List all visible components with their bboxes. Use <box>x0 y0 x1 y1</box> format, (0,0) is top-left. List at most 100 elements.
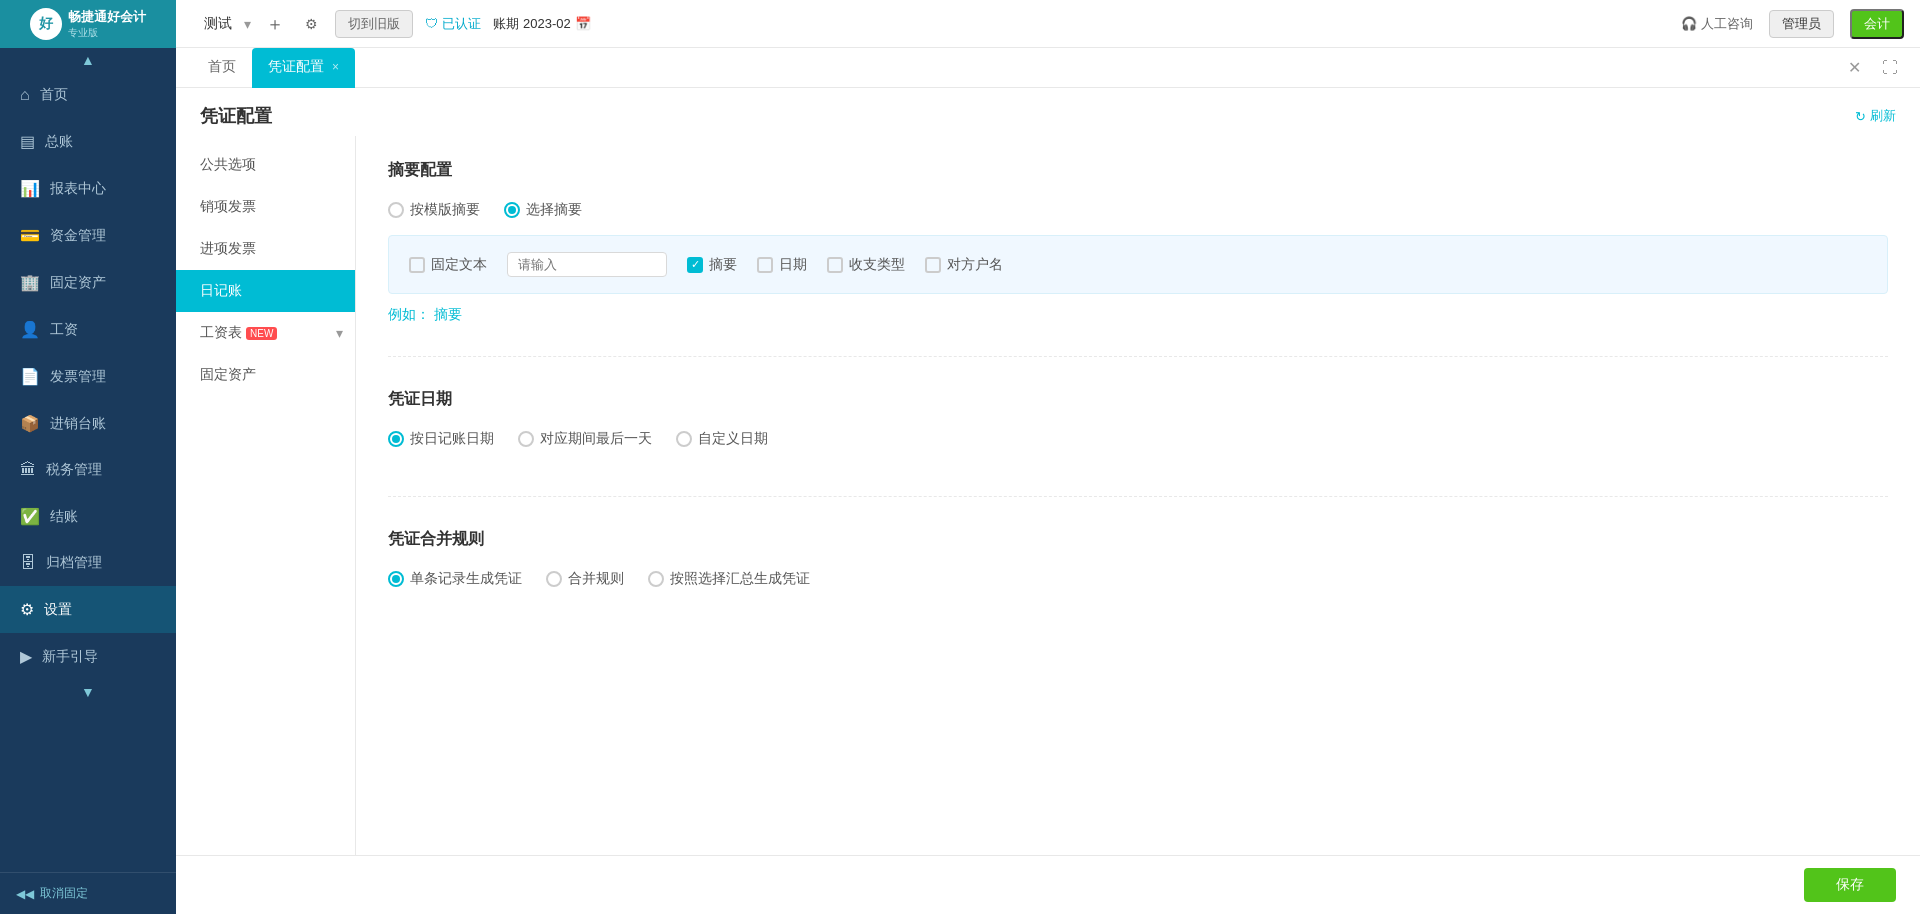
public-options-label: 公共选项 <box>200 156 256 172</box>
cancel-fixed-label: 取消固定 <box>40 885 88 902</box>
template-radio-label: 按模版摘要 <box>410 201 480 219</box>
top-header: 好 畅捷通好会计 专业版 测试 ▾ ＋ ⚙ 切到旧版 🛡 已认证 账期 2023… <box>0 0 1920 48</box>
left-nav-public-options[interactable]: 公共选项 <box>176 144 355 186</box>
journal-date-radio[interactable]: 按日记账日期 <box>388 430 494 448</box>
income-type-checkbox[interactable]: 收支类型 <box>827 256 905 274</box>
period-label: 账期 <box>493 15 519 33</box>
date-radio-group: 按日记账日期 对应期间最后一天 自定义日期 <box>388 430 1888 448</box>
fixed-text-checkbox[interactable]: 固定文本 <box>409 256 487 274</box>
sidebar-label-wages: 工资 <box>50 321 78 339</box>
summary-radio-group: 按模版摘要 选择摘要 <box>388 201 1888 219</box>
accountant-button[interactable]: 会计 <box>1850 9 1904 39</box>
tab-active-label: 凭证配置 <box>268 58 324 76</box>
left-nav-purchase-invoice[interactable]: 进项发票 <box>176 228 355 270</box>
counterpart-checkbox[interactable]: 对方户名 <box>925 256 1003 274</box>
date-checkbox-box <box>757 257 773 273</box>
sidebar-item-archive[interactable]: 🗄 归档管理 <box>0 540 176 586</box>
tab-voucher-config[interactable]: 凭证配置 × <box>252 48 355 88</box>
merge-rule-radio[interactable]: 合并规则 <box>546 570 624 588</box>
sidebar-item-wages[interactable]: 👤 工资 <box>0 306 176 353</box>
sidebar-label-closing: 结账 <box>50 508 78 526</box>
select-radio-item[interactable]: 选择摘要 <box>504 201 582 219</box>
date-checkbox[interactable]: 日期 <box>757 256 807 274</box>
calendar-icon[interactable]: 📅 <box>575 16 591 31</box>
sidebar-scroll-up[interactable]: ▲ <box>0 48 176 72</box>
sidebar-item-home[interactable]: ⌂ 首页 <box>0 72 176 118</box>
tab-close-icon[interactable]: × <box>332 60 339 74</box>
refresh-icon: ↻ <box>1855 109 1866 124</box>
header-settings-button[interactable]: ⚙ <box>299 12 323 36</box>
save-button[interactable]: 保存 <box>1804 868 1896 902</box>
sidebar-item-fixed-assets[interactable]: 🏢 固定资产 <box>0 259 176 306</box>
date-section: 凭证日期 按日记账日期 对应期间最后一天 自定义日期 <box>388 389 1888 497</box>
example-label: 例如： <box>388 306 430 324</box>
maximize-button[interactable]: ⛶ <box>1876 54 1904 82</box>
settings-icon: ⚙ <box>20 600 34 619</box>
invoice-icon: 📄 <box>20 367 40 386</box>
add-button[interactable]: ＋ <box>263 12 287 36</box>
cancel-fixed-button[interactable]: ◀◀ 取消固定 <box>0 872 176 914</box>
period-last-day-radio-circle <box>518 431 534 447</box>
single-record-radio-circle <box>388 571 404 587</box>
sidebar-scroll-down[interactable]: ▼ <box>0 680 176 704</box>
logo-icon: 好 <box>30 8 62 40</box>
purchase-icon: 📦 <box>20 414 40 433</box>
consult-button[interactable]: 🎧 人工咨询 <box>1681 15 1753 33</box>
merge-section: 凭证合并规则 单条记录生成凭证 合并规则 按照选择汇总生成凭证 <box>388 529 1888 636</box>
period-value: 2023-02 <box>523 16 571 31</box>
close-tab-button[interactable]: ✕ <box>1840 54 1868 82</box>
home-icon: ⌂ <box>20 86 30 104</box>
sidebar-item-invoice[interactable]: 📄 发票管理 <box>0 353 176 400</box>
sidebar-item-general-ledger[interactable]: ▤ 总账 <box>0 118 176 165</box>
purchase-invoice-label: 进项发票 <box>200 240 256 256</box>
template-radio-item[interactable]: 按模版摘要 <box>388 201 480 219</box>
fixed-text-input[interactable] <box>507 252 667 277</box>
journal-label: 日记账 <box>200 282 242 298</box>
sidebar-item-closing[interactable]: ✅ 结账 <box>0 493 176 540</box>
income-type-label: 收支类型 <box>849 256 905 274</box>
left-nav: 公共选项 销项发票 进项发票 日记账 工资表 NEW ▾ 固定资产 <box>176 136 356 855</box>
sidebar-item-tax[interactable]: 🏛 税务管理 <box>0 447 176 493</box>
page-header: 凭证配置 ↻ 刷新 <box>176 88 1920 136</box>
sidebar-item-purchase-sales[interactable]: 📦 进销台账 <box>0 400 176 447</box>
left-nav-fixed-assets[interactable]: 固定资产 <box>176 354 355 396</box>
sidebar-item-settings[interactable]: ⚙ 设置 <box>0 586 176 633</box>
counterpart-checkbox-box <box>925 257 941 273</box>
content-area: 首页 凭证配置 × ✕ ⛶ 凭证配置 ↻ 刷新 公共选项 <box>176 48 1920 914</box>
sidebar: ▲ ⌂ 首页 ▤ 总账 📊 报表中心 💳 资金管理 🏢 固定资产 👤 工资 📄 … <box>0 48 176 914</box>
period-info: 账期 2023-02 📅 <box>493 15 591 33</box>
admin-button[interactable]: 管理员 <box>1769 10 1834 38</box>
dropdown-arrow-icon[interactable]: ▾ <box>244 16 251 32</box>
period-last-day-radio[interactable]: 对应期间最后一天 <box>518 430 652 448</box>
left-nav-payroll[interactable]: 工资表 NEW ▾ <box>176 312 355 354</box>
left-nav-journal[interactable]: 日记账 <box>176 270 355 312</box>
sidebar-item-report-center[interactable]: 📊 报表中心 <box>0 165 176 212</box>
by-selection-radio[interactable]: 按照选择汇总生成凭证 <box>648 570 810 588</box>
tab-home[interactable]: 首页 <box>192 48 252 88</box>
left-nav-sales-invoice[interactable]: 销项发票 <box>176 186 355 228</box>
assets-icon: 🏢 <box>20 273 40 292</box>
sidebar-item-guide[interactable]: ▶ 新手引导 <box>0 633 176 680</box>
fund-icon: 💳 <box>20 226 40 245</box>
custom-date-radio[interactable]: 自定义日期 <box>676 430 768 448</box>
page-title: 凭证配置 <box>200 104 272 128</box>
single-record-radio[interactable]: 单条记录生成凭证 <box>388 570 522 588</box>
by-selection-radio-circle <box>648 571 664 587</box>
tab-bar: 首页 凭证配置 × ✕ ⛶ <box>176 48 1920 88</box>
refresh-button[interactable]: ↻ 刷新 <box>1855 107 1896 125</box>
archive-icon: 🗄 <box>20 554 36 572</box>
summary-checkbox[interactable]: ✓ 摘要 <box>687 256 737 274</box>
fixed-text-checkbox-box <box>409 257 425 273</box>
income-type-checkbox-box <box>827 257 843 273</box>
sidebar-label-general-ledger: 总账 <box>45 133 73 151</box>
sidebar-item-fund-management[interactable]: 💳 资金管理 <box>0 212 176 259</box>
custom-date-label: 自定义日期 <box>698 430 768 448</box>
by-selection-label: 按照选择汇总生成凭证 <box>670 570 810 588</box>
sidebar-label-tax: 税务管理 <box>46 461 102 479</box>
shield-icon: 🛡 <box>425 16 438 31</box>
switch-old-button[interactable]: 切到旧版 <box>335 10 413 38</box>
main-layout: ▲ ⌂ 首页 ▤ 总账 📊 报表中心 💳 资金管理 🏢 固定资产 👤 工资 📄 … <box>0 48 1920 914</box>
refresh-label: 刷新 <box>1870 107 1896 125</box>
chart-icon: 📊 <box>20 179 40 198</box>
wages-icon: 👤 <box>20 320 40 339</box>
